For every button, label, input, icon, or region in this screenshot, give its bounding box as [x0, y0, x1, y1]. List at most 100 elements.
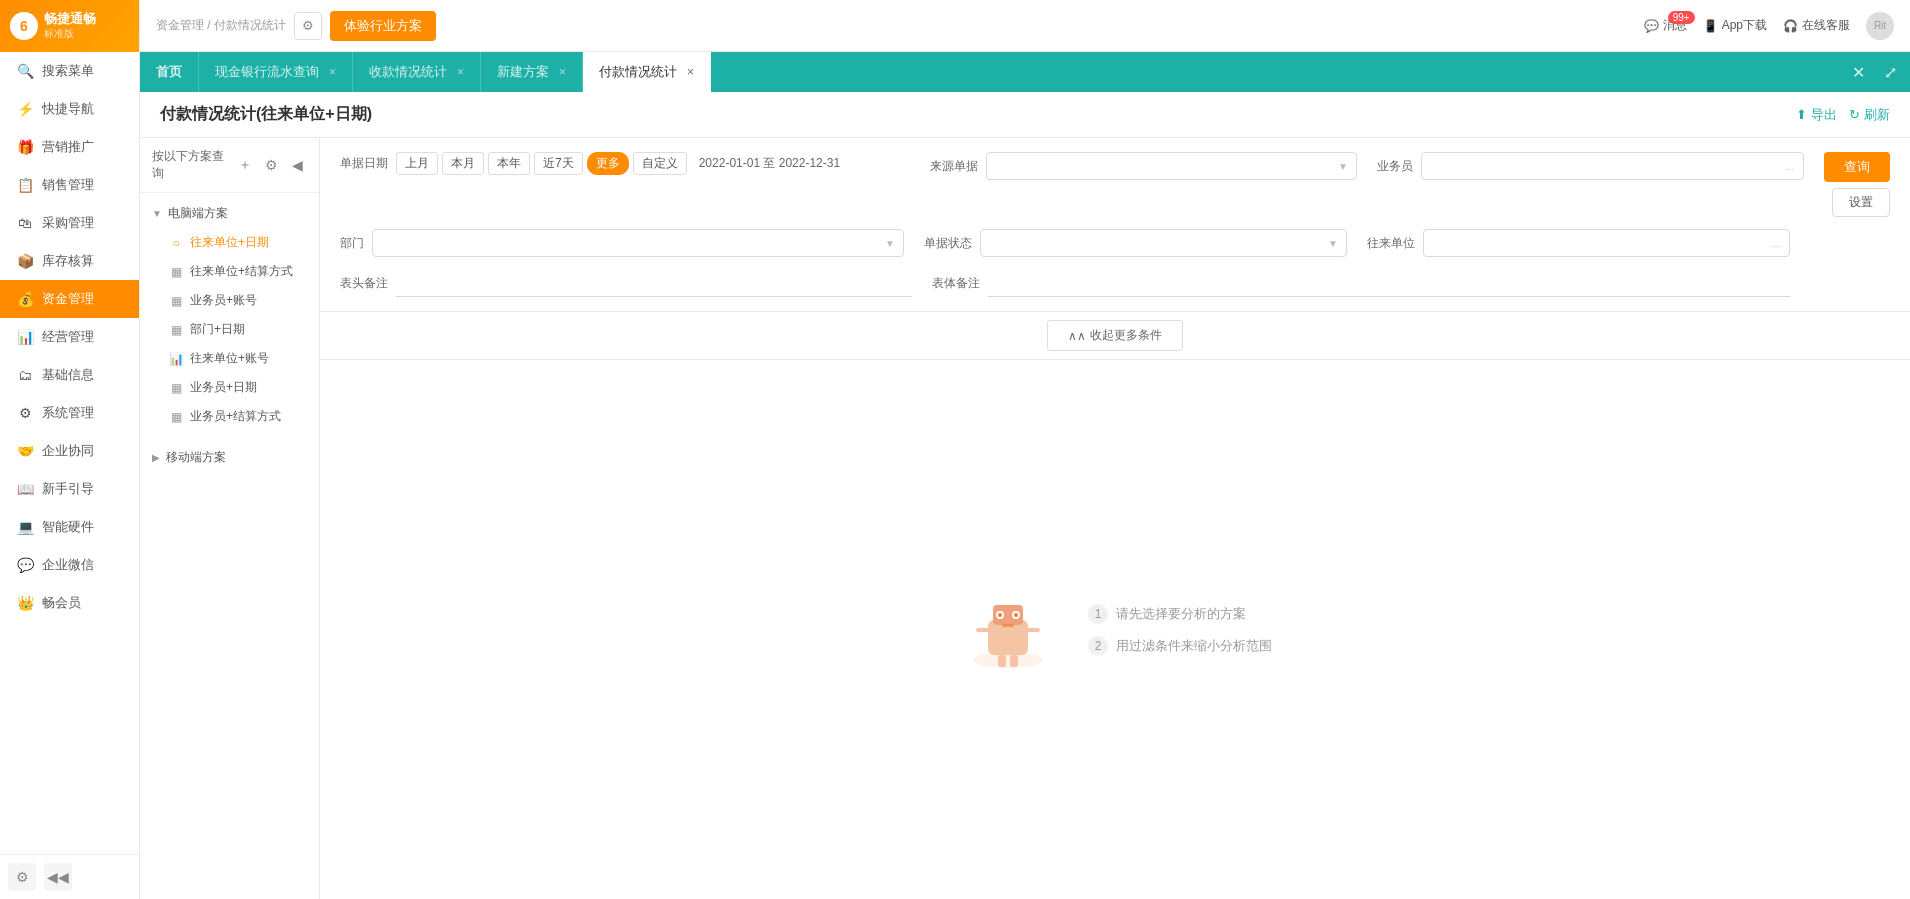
export-btn[interactable]: ⬆ 导出 — [1796, 106, 1837, 124]
sidebar-item-企业微信[interactable]: 💬企业微信 — [0, 546, 139, 584]
collapse-more-btn[interactable]: ∧∧ 收起更多条件 — [1047, 320, 1183, 351]
date-this-month-btn[interactable]: 本月 — [442, 152, 484, 175]
query-btn[interactable]: 查询 — [1824, 152, 1890, 182]
tabs-bar: 首页现金银行流水查询×收款情况统计×新建方案×付款情况统计× ✕ ⤢ — [140, 52, 1910, 92]
sidebar-item-采购管理[interactable]: 🛍采购管理 — [0, 204, 139, 242]
nav-label: 采购管理 — [42, 214, 94, 232]
tab-label: 收款情况统计 — [369, 63, 447, 81]
tabs-actions: ✕ ⤢ — [1838, 52, 1910, 92]
tab-label: 现金银行流水查询 — [215, 63, 319, 81]
dept-label: 部门 — [340, 235, 364, 252]
scheme-item-label: 业务员+账号 — [190, 292, 257, 309]
scheme-item-往来单位+日期[interactable]: ○往来单位+日期 — [140, 228, 319, 257]
message-btn[interactable]: 💬 消息 99+ — [1644, 17, 1687, 34]
svg-point-6 — [1014, 613, 1018, 617]
tab-付款情况统计[interactable]: 付款情况统计× — [583, 52, 711, 92]
sidebar-item-库存核算[interactable]: 📦库存核算 — [0, 242, 139, 280]
online-service-btn[interactable]: 🎧 在线客服 — [1783, 17, 1850, 34]
sidebar-item-企业协同[interactable]: 🤝企业协同 — [0, 432, 139, 470]
sidebar-item-新手引导[interactable]: 📖新手引导 — [0, 470, 139, 508]
scheme-group-header-移动端方案[interactable]: ▶移动端方案 — [140, 443, 319, 472]
tab-新建方案[interactable]: 新建方案× — [481, 52, 583, 92]
sidebar-item-快捷导航[interactable]: ⚡快捷导航 — [0, 90, 139, 128]
source-select[interactable]: ▼ — [986, 152, 1357, 180]
maximize-btn[interactable]: ⤢ — [1878, 60, 1902, 84]
svg-rect-7 — [1002, 624, 1014, 627]
tab-现金银行流水查询[interactable]: 现金银行流水查询 × — [199, 52, 353, 92]
doc-status-select[interactable]: ▼ — [980, 229, 1347, 257]
close-all-tabs-btn[interactable]: ✕ — [1846, 60, 1870, 84]
content-area: 付款情况统计(往来单位+日期) ⬆ 导出 ↻ 刷新 按以下方案查询 ＋ — [140, 92, 1910, 899]
salesperson-field: 业务员 … — [1377, 152, 1804, 180]
salesperson-select[interactable]: … — [1421, 152, 1804, 180]
body-area: 按以下方案查询 ＋ ⚙ ◀ ▼电脑端方案○往来单位+日期▦往来单位+结算方式▦业… — [140, 138, 1910, 899]
collapse-scheme-btn[interactable]: ◀ — [287, 155, 307, 175]
topbar-right: 💬 消息 99+ 📱 App下载 🎧 在线客服 Rit — [1644, 12, 1894, 40]
date-field: 单据日期 上月 本月 本年 近7天 更多 自定义 2022-01-01 至 20… — [340, 152, 910, 175]
nav-icon: 💻 — [16, 518, 34, 536]
scheme-group-header-电脑端方案[interactable]: ▼电脑端方案 — [140, 199, 319, 228]
date-more-btn[interactable]: 更多 — [587, 152, 629, 175]
tab-首页[interactable]: 首页 — [140, 52, 199, 92]
trial-btn[interactable]: 体验行业方案 — [330, 11, 436, 41]
sidebar-header: 6 畅捷通畅 标准版 — [0, 0, 139, 52]
sidebar: 6 畅捷通畅 标准版 🔍搜索菜单⚡快捷导航🎁营销推广📋销售管理🛍采购管理📦库存核… — [0, 0, 140, 899]
empty-illustration — [958, 580, 1058, 680]
nav-icon: ⚡ — [16, 100, 34, 118]
user-avatar[interactable]: Rit — [1866, 12, 1894, 40]
sidebar-item-营销推广[interactable]: 🎁营销推广 — [0, 128, 139, 166]
sidebar-item-基础信息[interactable]: 🗂基础信息 — [0, 356, 139, 394]
date-this-year-btn[interactable]: 本年 — [488, 152, 530, 175]
app-download-label: App下载 — [1722, 17, 1767, 34]
header-note-label: 表头备注 — [340, 275, 388, 292]
collapse-sidebar-btn[interactable]: ◀◀ — [44, 863, 72, 891]
topbar-settings-btn[interactable]: ⚙ — [294, 12, 322, 40]
date-7days-btn[interactable]: 近7天 — [534, 152, 583, 175]
nav-label: 经营管理 — [42, 328, 94, 346]
scheme-item-业务员+账号[interactable]: ▦ 业务员+账号 — [140, 286, 319, 315]
scheme-item-icon: ▦ — [168, 293, 184, 309]
partner-select[interactable]: … — [1423, 229, 1790, 257]
scheme-item-icon: ▦ — [168, 409, 184, 425]
nav-label: 畅会员 — [42, 594, 81, 612]
scheme-item-部门+日期[interactable]: ▦部门+日期 — [140, 315, 319, 344]
date-last-month-btn[interactable]: 上月 — [396, 152, 438, 175]
body-note-input[interactable] — [988, 269, 1790, 297]
group-arrow: ▶ — [152, 452, 160, 463]
settings-footer-btn[interactable]: ⚙ — [8, 863, 36, 891]
scheme-item-label: 业务员+结算方式 — [190, 408, 281, 425]
dept-select[interactable]: ▼ — [372, 229, 904, 257]
sidebar-item-销售管理[interactable]: 📋销售管理 — [0, 166, 139, 204]
nav-icon: 📦 — [16, 252, 34, 270]
tab-收款情况统计[interactable]: 收款情况统计 × — [353, 52, 481, 92]
tab-close[interactable]: × — [457, 65, 464, 79]
sidebar-item-经营管理[interactable]: 📊经营管理 — [0, 318, 139, 356]
header-note-input[interactable] — [396, 269, 912, 297]
add-scheme-btn[interactable]: ＋ — [235, 155, 255, 175]
nav-label: 智能硬件 — [42, 518, 94, 536]
page-actions: ⬆ 导出 ↻ 刷新 — [1796, 106, 1890, 124]
refresh-icon: ↻ — [1849, 107, 1860, 122]
scheme-item-往来单位+账号[interactable]: 📊往来单位+账号 — [140, 344, 319, 373]
refresh-btn[interactable]: ↻ 刷新 — [1849, 106, 1890, 124]
sidebar-item-智能硬件[interactable]: 💻 智能硬件 — [0, 508, 139, 546]
app-download-btn[interactable]: 📱 App下载 — [1703, 17, 1767, 34]
sidebar-item-畅会员[interactable]: 👑畅会员 — [0, 584, 139, 622]
tab-close[interactable]: × — [329, 65, 336, 79]
sidebar-item-资金管理[interactable]: 💰资金管理 — [0, 280, 139, 318]
tip-num-1: 1 — [1088, 604, 1108, 624]
scheme-item-往来单位+结算方式[interactable]: ▦往来单位+结算方式 — [140, 257, 319, 286]
sidebar-item-搜索菜单[interactable]: 🔍搜索菜单 — [0, 52, 139, 90]
tab-close[interactable]: × — [687, 65, 694, 79]
filter-settings-btn[interactable]: 设置 — [1832, 188, 1890, 217]
nav-label: 资金管理 — [42, 290, 94, 308]
scheme-item-业务员+结算方式[interactable]: ▦ 业务员+结算方式 — [140, 402, 319, 431]
sidebar-item-系统管理[interactable]: ⚙系统管理 — [0, 394, 139, 432]
refresh-label: 刷新 — [1864, 106, 1890, 124]
scheme-settings-btn[interactable]: ⚙ — [261, 155, 281, 175]
date-custom-btn[interactable]: 自定义 — [633, 152, 687, 175]
service-icon: 🎧 — [1783, 19, 1798, 33]
scheme-item-业务员+日期[interactable]: ▦业务员+日期 — [140, 373, 319, 402]
tab-close[interactable]: × — [559, 65, 566, 79]
scheme-panel-header: 按以下方案查询 ＋ ⚙ ◀ — [140, 138, 319, 193]
